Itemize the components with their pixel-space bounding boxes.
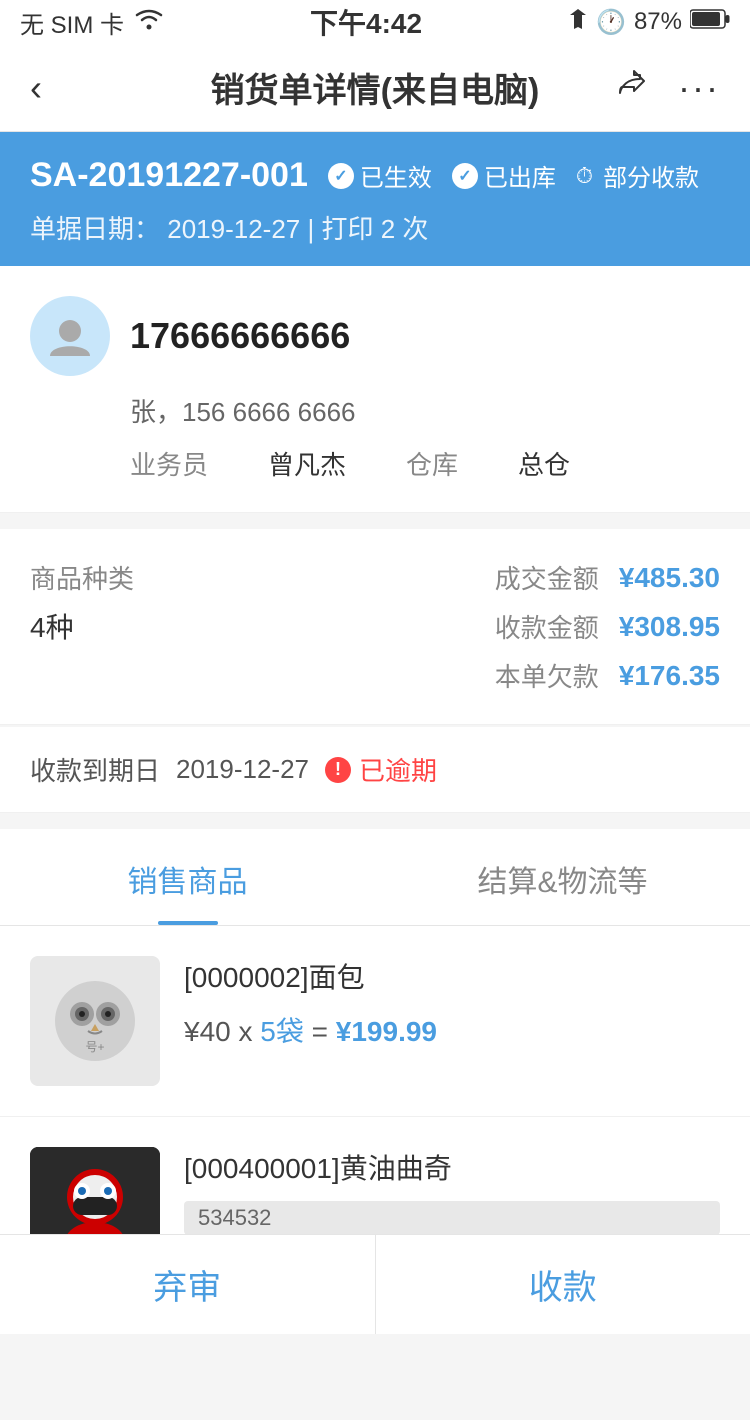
cancel-button[interactable]: 弃审 bbox=[0, 1235, 376, 1334]
back-button[interactable]: ‹ bbox=[30, 67, 90, 109]
amount-label: 成交金额 bbox=[495, 559, 599, 596]
customer-name-phone: 张，156 6666 6666 bbox=[30, 392, 720, 429]
overdue-text: 已逾期 bbox=[359, 751, 437, 788]
bottom-bar: 弃审 收款 bbox=[0, 1234, 750, 1334]
order-date: 2019-12-27 bbox=[167, 214, 300, 244]
product-item-1: 号+ [0000002]面包 ¥40 x 5袋 = ¥199.99 bbox=[0, 926, 750, 1117]
overdue-icon: ! bbox=[325, 757, 351, 783]
debt-label: 本单欠款 bbox=[495, 657, 599, 694]
nav-right-actions: ··· bbox=[614, 67, 720, 109]
badge-partial-payment: ⏱ 部分收款 bbox=[576, 158, 699, 193]
stats-section: 商品种类 4种 成交金额 ¥485.30 收款金额 ¥308.95 本单欠款 ¥… bbox=[0, 529, 750, 725]
product-name-1: [0000002]面包 bbox=[184, 956, 720, 996]
sales-label: 业务员 bbox=[130, 445, 208, 482]
warehouse-name: 总仓 bbox=[518, 445, 570, 482]
customer-avatar bbox=[30, 296, 110, 376]
overdue-badge: ! 已逾期 bbox=[325, 751, 437, 788]
warehouse-label: 仓库 bbox=[406, 445, 458, 482]
debt-value: ¥176.35 bbox=[619, 660, 720, 692]
product-qty-1: 5袋 bbox=[260, 1016, 304, 1047]
payment-due-label: 收款到期日 bbox=[30, 751, 160, 788]
customer-meta: 业务员 曾凡杰 仓库 总仓 bbox=[30, 445, 720, 482]
badge-activated: ✓ 已生效 bbox=[328, 158, 432, 193]
product-thumb-1: 号+ bbox=[30, 956, 160, 1086]
product-price-1: ¥40 x 5袋 = ¥199.99 bbox=[184, 1010, 720, 1050]
check-icon-1: ✓ bbox=[328, 163, 354, 189]
product-name-2: [000400001]黄油曲奇 bbox=[184, 1147, 720, 1187]
customer-section: 17666666666 张，156 6666 6666 业务员 曾凡杰 仓库 总… bbox=[0, 266, 750, 513]
customer-row: 17666666666 bbox=[30, 296, 720, 376]
nav-bar: ‹ 销货单详情(来自电脑) ··· bbox=[0, 44, 750, 132]
check-icon-2: ✓ bbox=[452, 163, 478, 189]
battery-text: 87% bbox=[634, 8, 682, 36]
print-label: | 打印 bbox=[307, 214, 373, 244]
sales-name: 曾凡杰 bbox=[268, 445, 346, 482]
amount-row: 成交金额 ¥485.30 bbox=[495, 559, 720, 596]
debt-row: 本单欠款 ¥176.35 bbox=[495, 657, 720, 694]
received-value: ¥308.95 bbox=[619, 611, 720, 643]
header-banner: SA-20191227-001 ✓ 已生效 ✓ 已出库 ⏱ 部分收款 单据日期：… bbox=[0, 132, 750, 266]
status-bar-right: 🕐 87% bbox=[568, 7, 730, 38]
location-icon bbox=[568, 7, 588, 38]
tab-sales-products[interactable]: 销售商品 bbox=[0, 829, 375, 925]
payment-due-date: 2019-12-27 bbox=[176, 754, 309, 785]
tab-settlement[interactable]: 结算&物流等 bbox=[375, 829, 750, 925]
nav-title: 销货单详情(来自电脑) bbox=[211, 63, 540, 112]
status-bar-time: 下午4:42 bbox=[310, 2, 422, 42]
product-info-1: [0000002]面包 ¥40 x 5袋 = ¥199.99 bbox=[184, 956, 720, 1050]
date-label: 单据日期： bbox=[30, 214, 160, 244]
stats-right: 成交金额 ¥485.30 收款金额 ¥308.95 本单欠款 ¥176.35 bbox=[495, 559, 720, 694]
product-equals-1: = bbox=[312, 1016, 336, 1047]
product-base-price-1: ¥40 bbox=[184, 1016, 231, 1047]
type-label: 商品种类 bbox=[30, 559, 134, 596]
status-bar-left: 无 SIM 卡 bbox=[20, 5, 164, 40]
order-id: SA-20191227-001 bbox=[30, 156, 308, 195]
product-total-1: ¥199.99 bbox=[336, 1016, 437, 1047]
more-icon[interactable]: ··· bbox=[678, 67, 720, 109]
header-banner-bottom: 单据日期： 2019-12-27 | 打印 2 次 bbox=[30, 209, 720, 246]
header-banner-top: SA-20191227-001 ✓ 已生效 ✓ 已出库 ⏱ 部分收款 bbox=[30, 156, 720, 195]
battery-icon bbox=[690, 8, 730, 37]
product-tag-2: 534532 bbox=[184, 1201, 720, 1235]
received-label: 收款金额 bbox=[495, 608, 599, 645]
print-suffix: 次 bbox=[402, 214, 428, 244]
badge-shipped: ✓ 已出库 bbox=[452, 158, 556, 193]
stats-left: 商品种类 4种 bbox=[30, 559, 134, 646]
wifi-icon bbox=[134, 8, 164, 37]
received-row: 收款金额 ¥308.95 bbox=[495, 608, 720, 645]
type-count: 4种 bbox=[30, 606, 134, 646]
print-count-value: 2 bbox=[381, 214, 395, 244]
carrier-text: 无 SIM 卡 bbox=[20, 5, 124, 40]
product-multiplier-1: x bbox=[239, 1016, 261, 1047]
alarm-icon: 🕐 bbox=[596, 8, 626, 37]
clock-icon: ⏱ bbox=[576, 163, 593, 189]
payment-due-section: 收款到期日 2019-12-27 ! 已逾期 bbox=[0, 727, 750, 813]
share-icon[interactable] bbox=[614, 67, 648, 108]
confirm-button[interactable]: 收款 bbox=[376, 1235, 750, 1334]
amount-value: ¥485.30 bbox=[619, 562, 720, 594]
tabs-header: 销售商品 结算&物流等 bbox=[0, 829, 750, 926]
status-bar: 无 SIM 卡 下午4:42 🕐 87% bbox=[0, 0, 750, 44]
customer-phone: 17666666666 bbox=[130, 315, 350, 357]
svg-text:号+: 号+ bbox=[85, 1040, 104, 1054]
